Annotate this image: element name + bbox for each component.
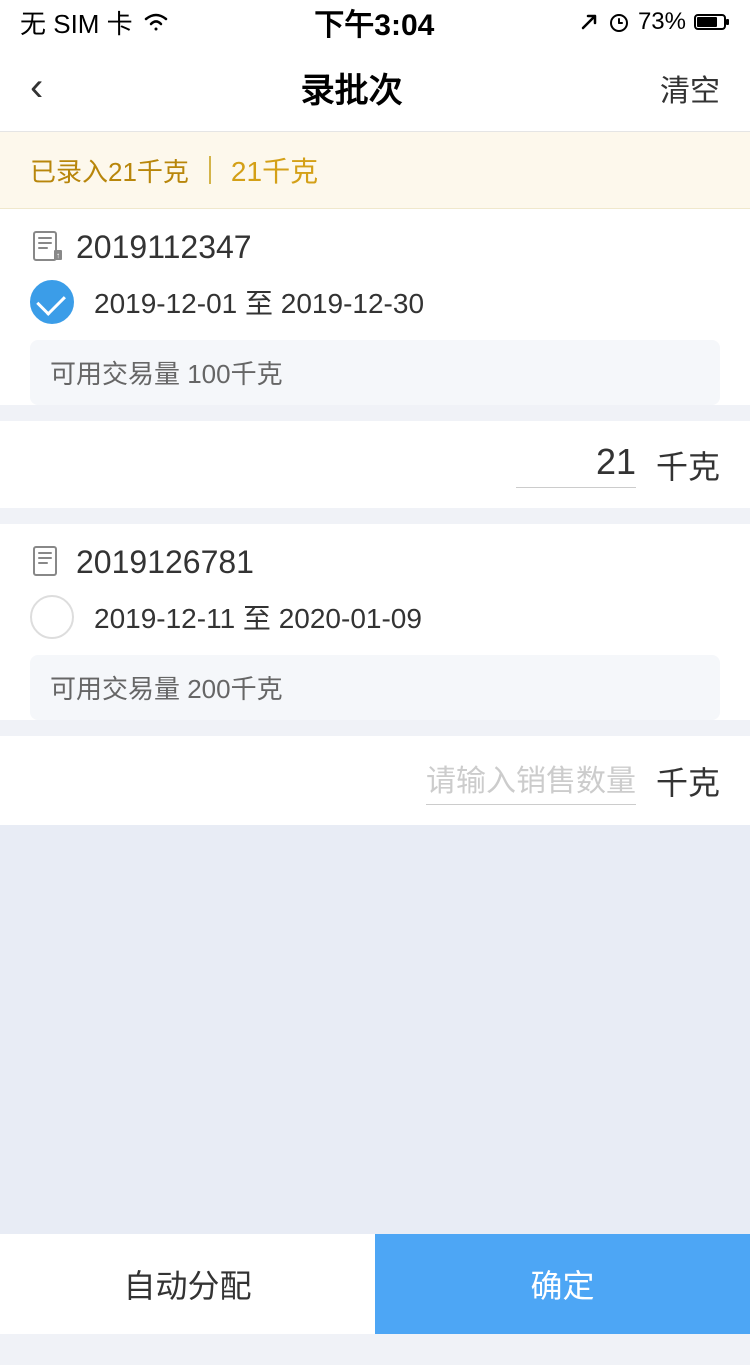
batch1-qty-row[interactable]: 21 千克 xyxy=(0,421,750,508)
batch1-unit: 千克 xyxy=(656,442,720,488)
batch2-header: 2019126781 xyxy=(30,544,720,581)
content-area: ↑ 2019112347 2019-12-01 至 2019-12-30 可用交… xyxy=(0,209,750,1365)
batch2-unit: 千克 xyxy=(656,758,720,804)
batch1-id: 2019112347 xyxy=(76,229,252,266)
batch2-qty-input[interactable]: 请输入销售数量 xyxy=(426,756,636,805)
confirm-button[interactable]: 确定 xyxy=(375,1234,750,1334)
batch-item-2: 2019126781 2019-12-11 至 2020-01-09 可用交易量… xyxy=(0,524,750,720)
nav-bar: ‹ 录批次 清空 xyxy=(0,44,750,132)
batch2-doc-icon xyxy=(30,545,66,581)
batch1-available: 可用交易量 100千克 xyxy=(30,340,720,405)
info-divider xyxy=(209,156,211,184)
auto-distribute-button[interactable]: 自动分配 xyxy=(0,1234,375,1334)
batch2-date-row[interactable]: 2019-12-11 至 2020-01-09 xyxy=(30,595,720,639)
batch2-qty-placeholder: 请输入销售数量 xyxy=(426,765,636,798)
batch1-date: 2019-12-01 至 2019-12-30 xyxy=(94,282,424,322)
status-right: 73% xyxy=(578,8,730,36)
batch1-qty-value: 21 xyxy=(596,441,636,482)
clear-button[interactable]: 清空 xyxy=(660,66,720,110)
info-label: 已录入21千克 xyxy=(30,152,189,189)
battery-icon xyxy=(694,13,730,31)
page-title: 录批次 xyxy=(301,63,403,112)
status-time: 下午3:04 xyxy=(314,0,434,44)
batch2-available: 可用交易量 200千克 xyxy=(30,655,720,720)
batch2-id: 2019126781 xyxy=(76,544,254,581)
battery-text: 73% xyxy=(638,8,686,36)
location-icon xyxy=(578,11,600,33)
batch-item-1: ↑ 2019112347 2019-12-01 至 2019-12-30 可用交… xyxy=(0,209,750,405)
batch2-qty-row[interactable]: 请输入销售数量 千克 xyxy=(0,736,750,825)
bottom-bar: 自动分配 确定 xyxy=(0,1234,750,1334)
batch1-radio[interactable] xyxy=(30,280,74,324)
sim-text: 无 SIM 卡 xyxy=(20,4,133,41)
batch2-date: 2019-12-11 至 2020-01-09 xyxy=(94,597,422,637)
batch1-date-row[interactable]: 2019-12-01 至 2019-12-30 xyxy=(30,280,720,324)
batch2-radio[interactable] xyxy=(30,595,74,639)
status-bar: 无 SIM 卡 下午3:04 73% xyxy=(0,0,750,44)
batch1-doc-icon: ↑ xyxy=(30,230,66,266)
wifi-icon xyxy=(141,11,171,33)
batch1-qty-display[interactable]: 21 xyxy=(516,441,636,488)
info-banner: 已录入21千克 21千克 xyxy=(0,132,750,209)
alarm-icon xyxy=(608,11,630,33)
section-divider xyxy=(0,508,750,524)
empty-area xyxy=(0,825,750,1265)
status-left: 无 SIM 卡 xyxy=(20,4,171,41)
batch1-header: ↑ 2019112347 xyxy=(30,229,720,266)
svg-text:↑: ↑ xyxy=(56,251,60,260)
info-value: 21千克 xyxy=(231,150,318,190)
back-button[interactable]: ‹ xyxy=(30,65,43,110)
